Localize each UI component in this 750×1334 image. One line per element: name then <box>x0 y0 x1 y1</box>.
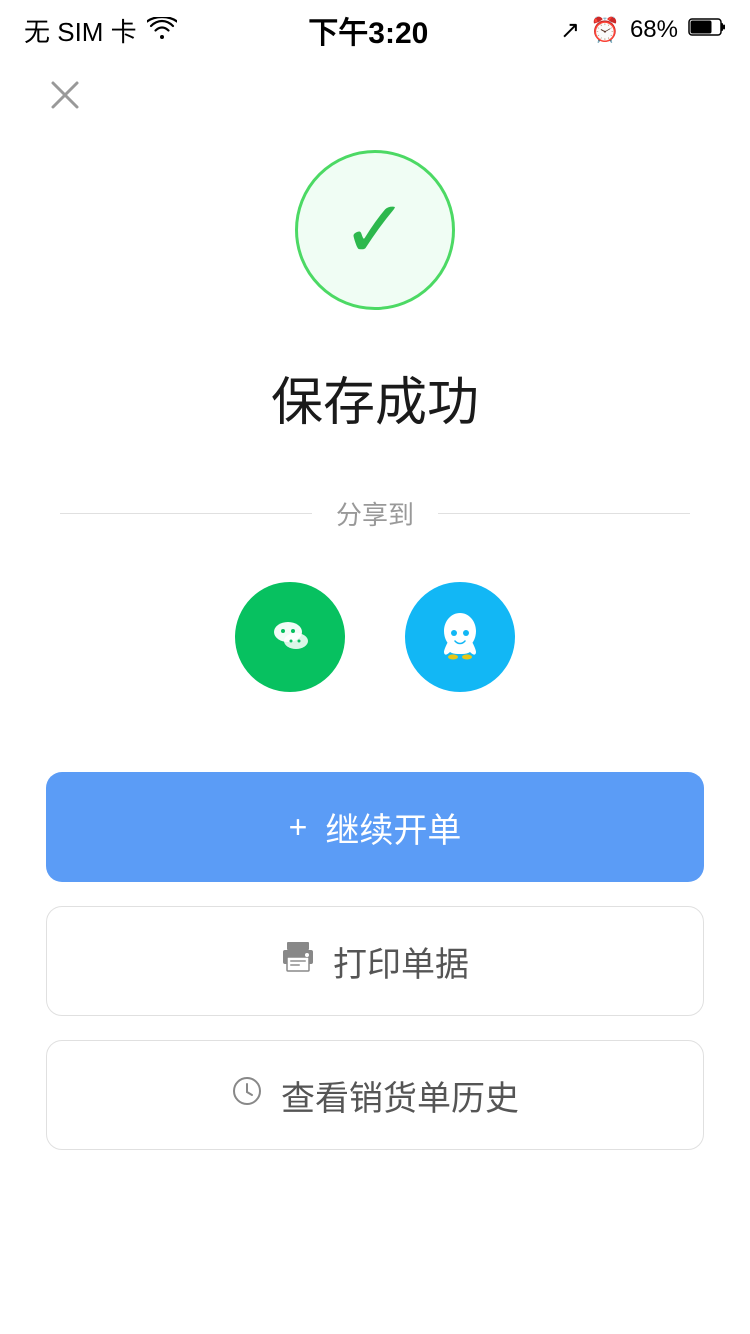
share-qq-button[interactable] <box>405 582 515 692</box>
battery-percentage: 68% <box>630 16 678 44</box>
status-left: 无 SIM 卡 <box>24 12 177 49</box>
history-label: 查看销货单历史 <box>281 1071 519 1120</box>
plus-icon: + <box>289 809 308 846</box>
success-circle: ✓ <box>295 150 455 310</box>
share-row <box>235 582 515 692</box>
divider-line-right <box>438 513 690 514</box>
location-icon: ↗ <box>560 16 580 45</box>
history-button[interactable]: 查看销货单历史 <box>46 1040 704 1150</box>
alarm-icon: ⏰ <box>590 16 620 45</box>
clock-icon <box>231 1075 263 1115</box>
status-bar: 无 SIM 卡 下午3:20 ↗ ⏰ 68% <box>0 0 750 60</box>
actions-container: + 继续开单 打印单据 <box>0 772 750 1150</box>
checkmark-icon: ✓ <box>341 190 408 270</box>
print-icon <box>281 942 315 980</box>
main-content: ✓ 保存成功 分享到 <box>0 60 750 1150</box>
divider-line-left <box>60 513 312 514</box>
share-wechat-button[interactable] <box>235 582 345 692</box>
battery-icon <box>688 16 726 44</box>
continue-order-label: 继续开单 <box>325 803 461 852</box>
continue-order-button[interactable]: + 继续开单 <box>46 772 704 882</box>
success-title: 保存成功 <box>271 360 479 435</box>
print-label: 打印单据 <box>333 937 469 986</box>
status-time: 下午3:20 <box>308 8 428 52</box>
sim-text: 无 SIM 卡 <box>24 12 137 49</box>
close-button[interactable] <box>40 70 90 120</box>
share-label: 分享到 <box>312 495 438 532</box>
wifi-icon <box>147 15 177 46</box>
print-button[interactable]: 打印单据 <box>46 906 704 1016</box>
status-right: ↗ ⏰ 68% <box>560 16 726 45</box>
share-divider: 分享到 <box>0 495 750 532</box>
